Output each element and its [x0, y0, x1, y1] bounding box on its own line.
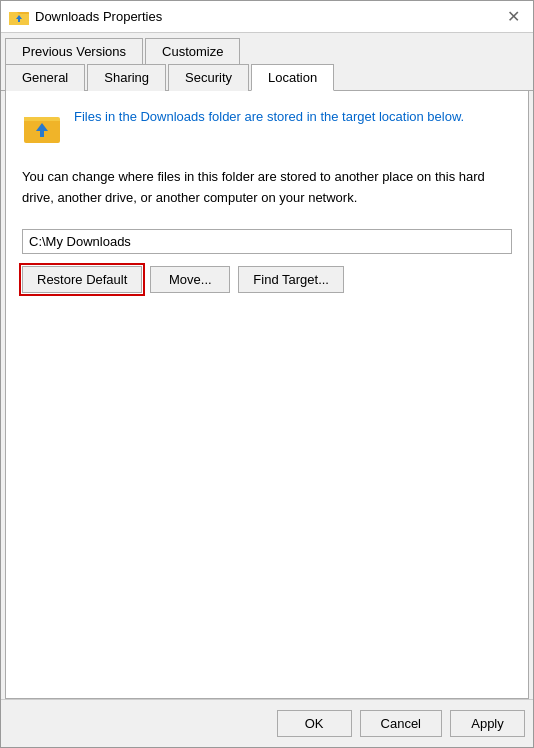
- content-area: Files in the Downloads folder are stored…: [5, 91, 529, 699]
- footer: OK Cancel Apply: [1, 699, 533, 747]
- restore-default-button[interactable]: Restore Default: [22, 266, 142, 293]
- tab-security[interactable]: Security: [168, 64, 249, 91]
- path-input[interactable]: [22, 229, 512, 254]
- close-button[interactable]: ✕: [501, 5, 525, 29]
- tabs-row-2: General Sharing Security Location: [1, 63, 533, 91]
- tab-general[interactable]: General: [5, 64, 85, 91]
- ok-button[interactable]: OK: [277, 710, 352, 737]
- find-target-button[interactable]: Find Target...: [238, 266, 344, 293]
- tab-customize[interactable]: Customize: [145, 38, 240, 64]
- action-buttons: Restore Default Move... Find Target...: [22, 266, 512, 293]
- window-title: Downloads Properties: [35, 9, 501, 24]
- info-text: Files in the Downloads folder are stored…: [74, 107, 464, 127]
- info-section: Files in the Downloads folder are stored…: [22, 107, 512, 147]
- window-icon: [9, 7, 29, 27]
- cancel-button[interactable]: Cancel: [360, 710, 442, 737]
- title-bar: Downloads Properties ✕: [1, 1, 533, 33]
- tab-sharing[interactable]: Sharing: [87, 64, 166, 91]
- properties-window: Downloads Properties ✕ Previous Versions…: [0, 0, 534, 748]
- tabs-container: Previous Versions Customize General Shar…: [1, 33, 533, 91]
- description-text: You can change where files in this folde…: [22, 167, 512, 209]
- move-button[interactable]: Move...: [150, 266, 230, 293]
- apply-button[interactable]: Apply: [450, 710, 525, 737]
- folder-icon: [22, 107, 62, 147]
- tabs-row-1: Previous Versions Customize: [1, 33, 533, 63]
- tab-previous-versions[interactable]: Previous Versions: [5, 38, 143, 64]
- tab-location[interactable]: Location: [251, 64, 334, 91]
